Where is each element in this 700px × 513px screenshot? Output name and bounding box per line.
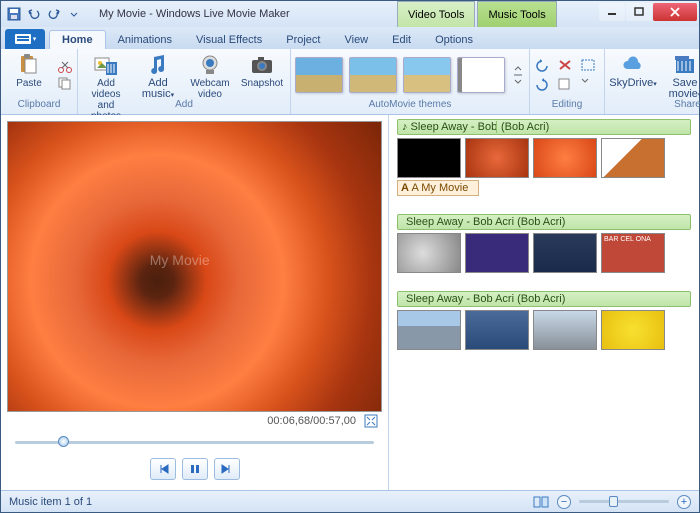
- application-menu-button[interactable]: ▾: [5, 29, 45, 49]
- music-track-bar[interactable]: Sleep Away - Bob Acri (Bob Acri): [397, 291, 691, 307]
- next-frame-button[interactable]: [214, 458, 240, 480]
- timecode-row: 00:06,68/00:57,00: [7, 412, 382, 430]
- edit-more-icon[interactable]: [580, 77, 598, 93]
- preview-pane: My Movie 00:06,68/00:57,00: [1, 115, 389, 490]
- copy-icon[interactable]: [57, 76, 73, 90]
- timecode-text: 00:06,68/00:57,00: [267, 415, 356, 427]
- seek-slider[interactable]: [15, 432, 374, 452]
- title-overlay-text: My Movie: [150, 252, 210, 268]
- rotate-right-icon[interactable]: [534, 77, 552, 93]
- maximize-button[interactable]: [626, 3, 652, 21]
- playback-controls: [7, 454, 382, 484]
- webcam-video-button[interactable]: Webcam video: [186, 51, 234, 99]
- photo-video-icon: [94, 53, 118, 77]
- theme-thumb[interactable]: [403, 57, 451, 93]
- clip-thumb[interactable]: BAR CEL ONA: [601, 233, 665, 273]
- webcam-icon: [198, 53, 222, 77]
- preview-monitor[interactable]: My Movie: [7, 121, 382, 412]
- tab-animations[interactable]: Animations: [106, 31, 184, 49]
- clip-thumb[interactable]: [533, 138, 597, 178]
- clip-thumb[interactable]: [397, 233, 461, 273]
- add-videos-photos-button[interactable]: Add videos and photos: [82, 51, 130, 99]
- tab-edit[interactable]: Edit: [380, 31, 423, 49]
- clip-thumb[interactable]: [533, 310, 597, 350]
- add-music-button[interactable]: Add music▾: [134, 51, 182, 99]
- tab-visual-effects[interactable]: Visual Effects: [184, 31, 274, 49]
- zoom-thumb[interactable]: [609, 496, 618, 507]
- zoom-slider[interactable]: [579, 500, 669, 503]
- prev-frame-button[interactable]: [150, 458, 176, 480]
- window-title: My Movie - Windows Live Movie Maker: [99, 8, 290, 20]
- clip-thumb[interactable]: [397, 310, 461, 350]
- group-automovie: AutoMovie themes: [291, 49, 530, 114]
- contextual-tabs: Video Tools Music Tools: [397, 1, 559, 27]
- group-add: Add videos and photos Add music▾ Webcam …: [78, 49, 291, 114]
- storyboard-row: Sleep Away - Bob Acri (Bob Acri): [397, 291, 691, 350]
- close-button[interactable]: [653, 3, 697, 21]
- qat-dropdown-icon[interactable]: [65, 5, 83, 23]
- redo-icon[interactable]: [45, 5, 63, 23]
- status-text: Music item 1 of 1: [9, 496, 92, 508]
- ribbon: Paste Clipboard Add videos and photos Ad…: [1, 49, 699, 115]
- quick-access-toolbar: [5, 5, 83, 23]
- snapshot-button[interactable]: Snapshot: [238, 51, 286, 99]
- tab-home[interactable]: Home: [49, 30, 106, 49]
- theme-thumb[interactable]: [457, 57, 505, 93]
- clip-thumb[interactable]: [465, 233, 529, 273]
- select-all-icon[interactable]: [580, 58, 598, 74]
- theme-gallery-more-icon[interactable]: [511, 66, 525, 84]
- window-controls: [598, 3, 697, 21]
- rotate-left-icon[interactable]: [534, 58, 552, 74]
- music-track-bar[interactable]: ♪ Sleep Away - Bob Ac (Bob Acri): [397, 119, 691, 135]
- cut-icon[interactable]: [57, 60, 73, 74]
- delete-icon[interactable]: [557, 58, 575, 74]
- clip-thumb[interactable]: [465, 310, 529, 350]
- save-movie-button[interactable]: Save movie▾: [661, 51, 700, 99]
- tab-video-tools[interactable]: Video Tools: [397, 1, 475, 27]
- group-clipboard: Paste Clipboard: [1, 49, 78, 114]
- tab-project[interactable]: Project: [274, 31, 332, 49]
- title-bar: My Movie - Windows Live Movie Maker Vide…: [1, 1, 699, 27]
- music-icon: [146, 53, 170, 77]
- camera-icon: [250, 53, 274, 77]
- save-icon[interactable]: [5, 5, 23, 23]
- storyboard-row: ♪ Sleep Away - Bob Ac (Bob Acri) A A My …: [397, 119, 691, 196]
- paste-button[interactable]: Paste: [5, 51, 53, 99]
- save-movie-icon: [673, 53, 697, 77]
- clip-thumb[interactable]: [601, 310, 665, 350]
- tab-music-tools[interactable]: Music Tools: [477, 1, 556, 27]
- clip-thumb[interactable]: [465, 138, 529, 178]
- clip-thumb[interactable]: [533, 233, 597, 273]
- fullscreen-icon[interactable]: [364, 414, 378, 428]
- storyboard-row: Sleep Away - Bob Acri (Bob Acri) BAR CEL…: [397, 214, 691, 273]
- title-clip[interactable]: A A My Movie: [397, 180, 479, 196]
- status-bar: Music item 1 of 1 − +: [1, 490, 699, 512]
- clip-thumb[interactable]: [601, 138, 665, 178]
- tab-options[interactable]: Options: [423, 31, 485, 49]
- cloud-icon: [621, 53, 645, 77]
- workspace: My Movie 00:06,68/00:57,00 ♪ Sleep Away …: [1, 115, 699, 490]
- play-pause-button[interactable]: [182, 458, 208, 480]
- edit-icon[interactable]: [557, 77, 575, 93]
- group-share: SkyDrive▾ Save movie▾ Sign in Share: [605, 49, 700, 114]
- minimize-button[interactable]: [599, 3, 625, 21]
- zoom-in-button[interactable]: +: [677, 495, 691, 509]
- group-editing: Editing: [530, 49, 605, 114]
- ribbon-tabs: ▾ Home Animations Visual Effects Project…: [1, 27, 699, 49]
- clip-thumb[interactable]: [397, 138, 461, 178]
- seek-thumb[interactable]: [58, 436, 69, 447]
- undo-icon[interactable]: [25, 5, 43, 23]
- paste-icon: [17, 53, 41, 77]
- tab-view[interactable]: View: [332, 31, 380, 49]
- music-track-bar[interactable]: Sleep Away - Bob Acri (Bob Acri): [397, 214, 691, 230]
- theme-thumb[interactable]: [295, 57, 343, 93]
- view-toggle-icon[interactable]: [533, 496, 549, 508]
- theme-thumb[interactable]: [349, 57, 397, 93]
- storyboard[interactable]: ♪ Sleep Away - Bob Ac (Bob Acri) A A My …: [389, 115, 699, 490]
- skydrive-button[interactable]: SkyDrive▾: [609, 51, 657, 99]
- zoom-out-button[interactable]: −: [557, 495, 571, 509]
